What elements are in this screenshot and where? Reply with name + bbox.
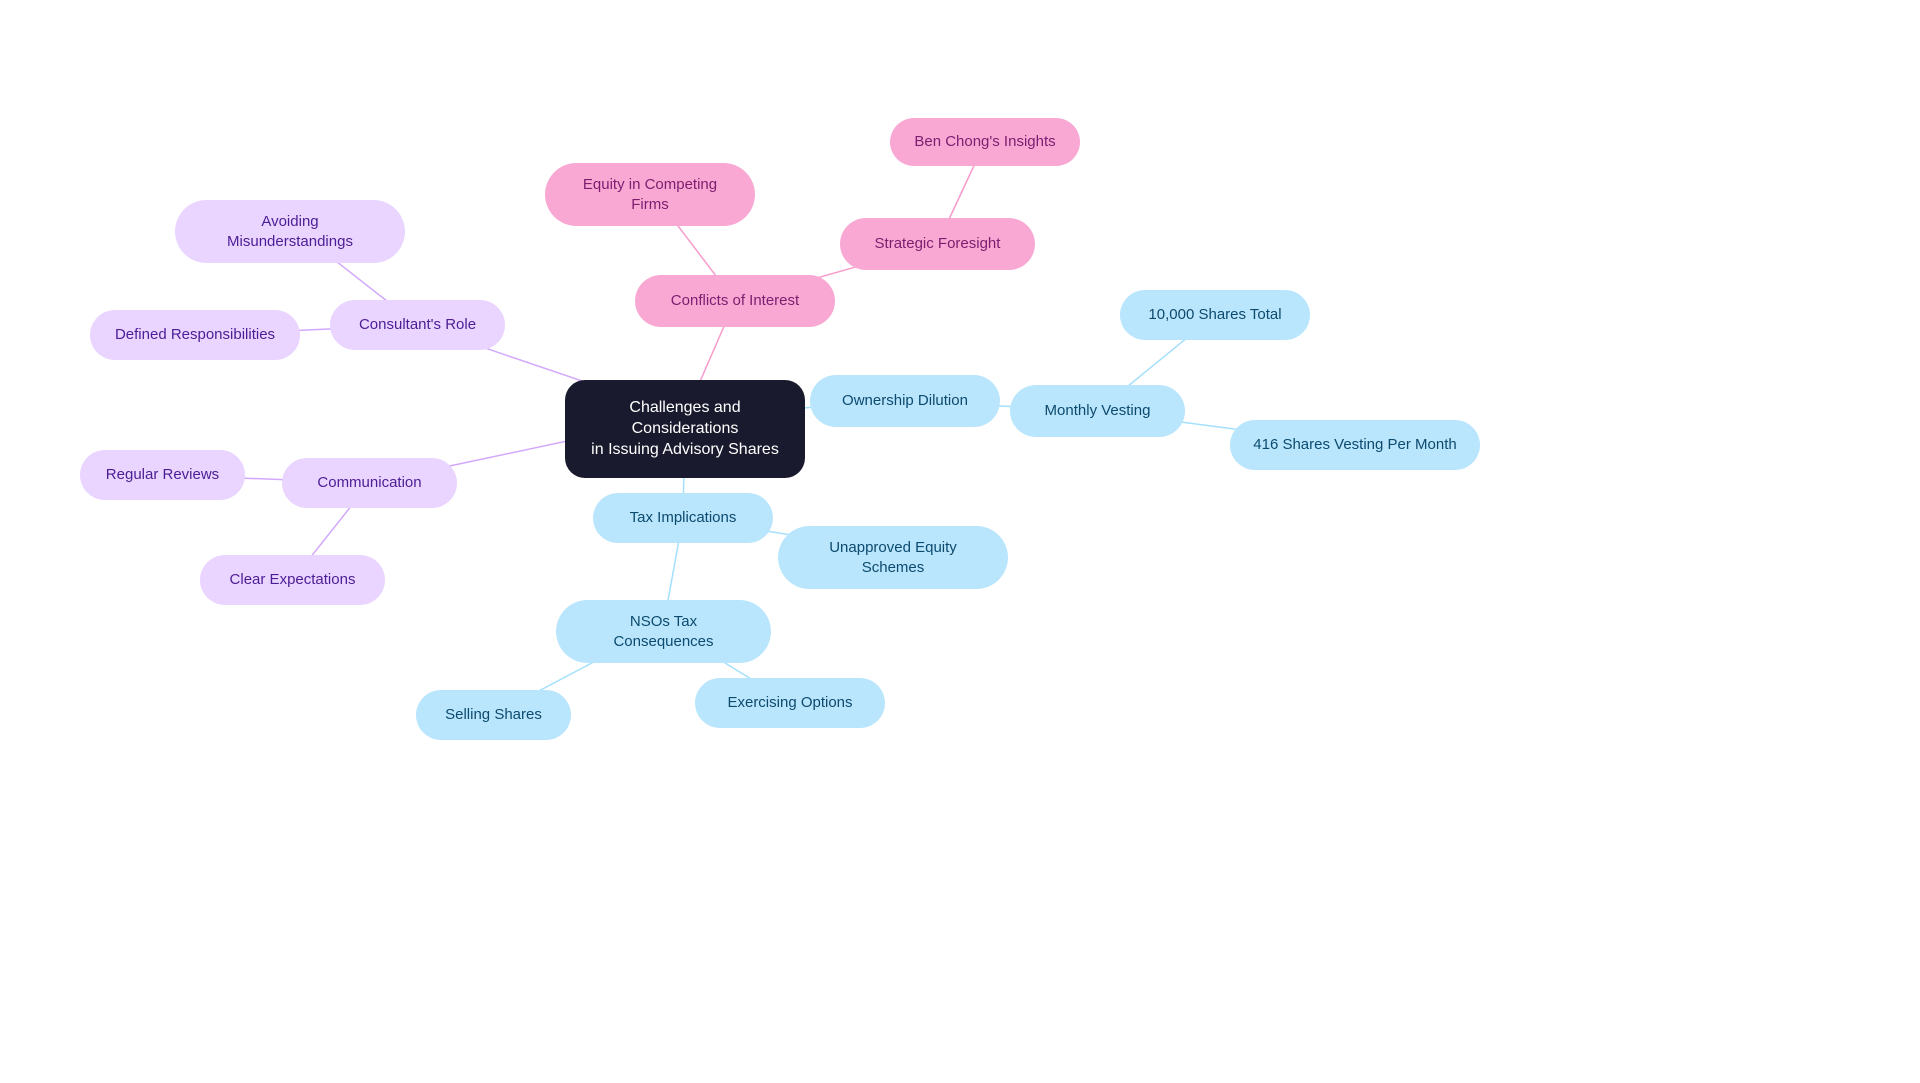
node-avoidingMisunderstandings: Avoiding Misunderstandings [175,200,405,263]
node-nsosTax: NSOs Tax Consequences [556,600,771,663]
node-regularReviews: Regular Reviews [80,450,245,500]
node-unapprovedEquity: Unapproved Equity Schemes [778,526,1008,589]
node-sharesPerMonth: 416 Shares Vesting Per Month [1230,420,1480,470]
node-center: Challenges and Considerations in Issuing… [565,380,805,478]
node-clearExpectations: Clear Expectations [200,555,385,605]
node-consultantRole: Consultant's Role [330,300,505,350]
node-strategicForesight: Strategic Foresight [840,218,1035,270]
node-sellingShares: Selling Shares [416,690,571,740]
node-benChong: Ben Chong's Insights [890,118,1080,166]
node-equityCompeting: Equity in Competing Firms [545,163,755,226]
node-sharesTotal: 10,000 Shares Total [1120,290,1310,340]
node-taxImplications: Tax Implications [593,493,773,543]
node-communication: Communication [282,458,457,508]
node-monthlyVesting: Monthly Vesting [1010,385,1185,437]
mindmap-container: Challenges and Considerations in Issuing… [0,0,1920,1083]
node-exercisingOptions: Exercising Options [695,678,885,728]
node-definedResponsibilities: Defined Responsibilities [90,310,300,360]
node-conflictsOfInterest: Conflicts of Interest [635,275,835,327]
node-ownershipDilution: Ownership Dilution [810,375,1000,427]
